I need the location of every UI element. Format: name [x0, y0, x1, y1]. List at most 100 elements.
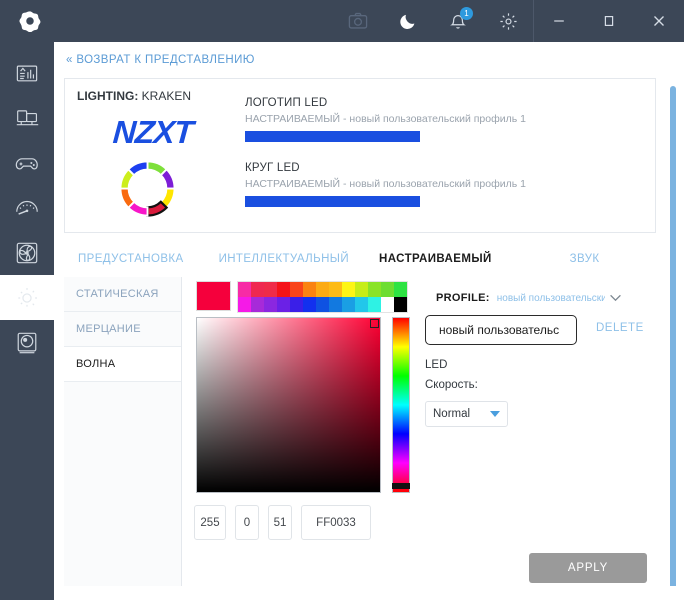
speed-value: Normal: [433, 408, 471, 420]
palette-swatch[interactable]: [251, 297, 264, 312]
rgb-color-ring-icon: [119, 160, 176, 217]
tab-preset[interactable]: ПРЕДУСТАНОВКА: [78, 253, 184, 265]
lighting-header-label: LIGHTING:: [77, 89, 139, 103]
palette-swatch[interactable]: [277, 282, 290, 297]
profile-value: новый пользовательски: [496, 292, 605, 304]
led-zone-ring: КРУГ LED НАСТРАИВАЕМЫЙ - новый пользоват…: [245, 162, 526, 207]
selected-color-swatch[interactable]: [196, 281, 231, 311]
tab-smart[interactable]: ИНТЕЛЛЕКТУАЛЬНЫЙ: [219, 253, 349, 265]
palette-swatch[interactable]: [329, 282, 342, 297]
palette-swatch[interactable]: [329, 297, 342, 312]
delete-profile-button[interactable]: DELETE: [596, 322, 644, 334]
palette-swatch[interactable]: [342, 282, 355, 297]
bell-icon[interactable]: 1: [433, 0, 483, 42]
profile-label: PROFILE:: [436, 292, 490, 304]
tab-custom[interactable]: НАСТРАИВАЕМЫЙ: [379, 253, 492, 265]
palette-swatch[interactable]: [277, 297, 290, 312]
palette-swatch[interactable]: [251, 282, 264, 297]
vertical-scrollbar[interactable]: [670, 86, 676, 592]
palette-swatch[interactable]: [355, 282, 368, 297]
palette-area: [196, 281, 408, 313]
palette-swatch[interactable]: [303, 282, 316, 297]
color-value-fields: 255 0 51 FF0033: [194, 505, 380, 540]
palette-swatch[interactable]: [238, 282, 251, 297]
palette-swatch[interactable]: [316, 282, 329, 297]
title-bar-icon-group: 1: [333, 0, 533, 42]
sv-cursor[interactable]: [370, 319, 379, 328]
sidebar-item-lighting[interactable]: [0, 275, 54, 320]
palette-swatch[interactable]: [303, 297, 316, 312]
lighting-card: LIGHTING: KRAKEN NZXT ЛОГОТИП LED НАСТРА…: [64, 78, 656, 233]
speed-label: Скорость:: [425, 379, 478, 391]
nzxt-cam-logo-icon: [19, 11, 41, 32]
apply-button[interactable]: APPLY: [529, 553, 647, 583]
gear-icon[interactable]: [483, 0, 533, 42]
led-zone-subtitle: НАСТРАИВАЕМЫЙ - новый пользовательский п…: [245, 178, 526, 190]
minimize-button[interactable]: [534, 0, 584, 42]
red-input[interactable]: 255: [194, 505, 226, 540]
chevron-down-icon: [609, 289, 622, 307]
sidebar-item-tuning[interactable]: [0, 185, 54, 230]
window-controls: [534, 0, 684, 42]
led-zone-title: ЛОГОТИП LED: [245, 97, 328, 109]
tab-audio[interactable]: ЗВУК: [570, 253, 600, 265]
camera-icon[interactable]: [333, 0, 383, 42]
caret-down-icon: [490, 411, 500, 417]
lighting-header-device: KRAKEN: [141, 89, 192, 103]
back-to-overview-link[interactable]: « ВОЗВРАТ К ПРЕДСТАВЛЕНИЮ: [66, 54, 255, 66]
palette-swatch[interactable]: [290, 282, 303, 297]
profile-settings-column: PROFILE: новый пользовательски новый пол…: [425, 277, 656, 597]
palette-swatch[interactable]: [394, 282, 407, 297]
palette-swatch[interactable]: [368, 282, 381, 297]
green-input[interactable]: 0: [235, 505, 259, 540]
app-logo: [0, 0, 60, 42]
customization-panel: СТАТИЧЕСКАЯ МЕРЦАНИЕ ВОЛНА 255 0 51 FF00…: [64, 277, 656, 597]
desktop-pc-icon: [16, 109, 38, 125]
palette-swatch[interactable]: [316, 297, 329, 312]
blue-input[interactable]: 51: [268, 505, 292, 540]
palette-swatch[interactable]: [290, 297, 303, 312]
led-section-label: LED: [425, 359, 448, 371]
hue-slider[interactable]: [392, 317, 410, 493]
profile-selector[interactable]: PROFILE: новый пользовательски: [436, 289, 656, 307]
saturation-value-picker[interactable]: [196, 317, 381, 493]
hex-input[interactable]: FF0033: [301, 505, 371, 540]
palette-swatch[interactable]: [264, 282, 277, 297]
mode-static[interactable]: СТАТИЧЕСКАЯ: [64, 277, 181, 312]
sidebar-item-audio[interactable]: [0, 320, 54, 365]
moon-icon[interactable]: [383, 0, 433, 42]
sun-brightness-icon: [17, 287, 37, 308]
palette-swatch[interactable]: [342, 297, 355, 312]
sidebar-item-monitoring[interactable]: [0, 50, 54, 95]
effect-mode-list: СТАТИЧЕСКАЯ МЕРЦАНИЕ ВОЛНА: [64, 277, 182, 597]
mode-blink[interactable]: МЕРЦАНИЕ: [64, 312, 181, 347]
palette-swatch[interactable]: [381, 282, 394, 297]
mode-wave[interactable]: ВОЛНА: [64, 347, 181, 382]
maximize-button[interactable]: [584, 0, 634, 42]
led-zone-bar: [245, 131, 420, 142]
sidebar-item-cooling[interactable]: [0, 230, 54, 275]
palette-swatch[interactable]: [381, 297, 394, 312]
led-zone-title: КРУГ LED: [245, 162, 300, 174]
app-window: 1 « ВОЗВРАТ К ПРЕДСТАВЛЕНИЮ LIGHTING: KR…: [0, 0, 684, 600]
palette-swatch[interactable]: [238, 297, 251, 312]
sidebar-item-pc[interactable]: [0, 95, 54, 140]
scrollbar-thumb[interactable]: [670, 86, 676, 592]
gamepad-icon: [15, 157, 38, 169]
led-zone-bar: [245, 196, 420, 207]
palette-swatch[interactable]: [394, 297, 407, 312]
sidebar-item-games[interactable]: [0, 140, 54, 185]
close-button[interactable]: [634, 0, 684, 42]
palette-swatch[interactable]: [264, 297, 277, 312]
hue-marker[interactable]: [392, 483, 410, 489]
palette-swatch[interactable]: [355, 297, 368, 312]
profile-name-input[interactable]: новый пользовательс: [425, 315, 577, 345]
color-palette-grid[interactable]: [237, 281, 408, 313]
palette-swatch[interactable]: [368, 297, 381, 312]
sidebar: [0, 42, 54, 600]
speaker-icon: [17, 332, 37, 353]
notification-badge: 1: [460, 7, 473, 20]
content-bottom-edge: [54, 586, 684, 600]
chart-monitor-icon: [16, 65, 38, 81]
speed-select[interactable]: Normal: [425, 401, 508, 427]
